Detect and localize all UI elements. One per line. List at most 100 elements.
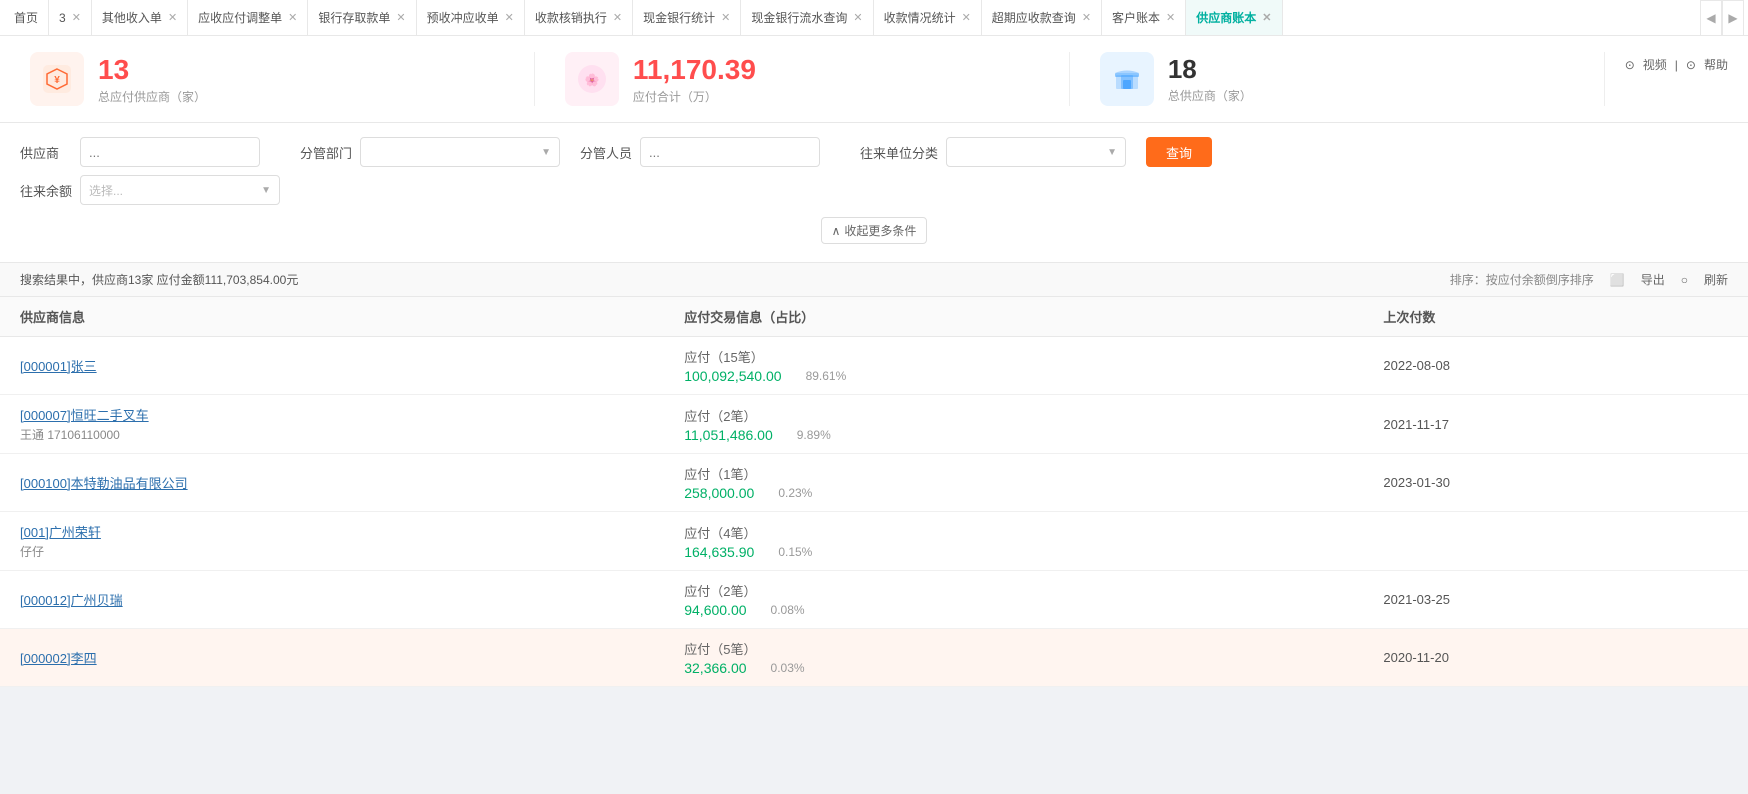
- payable-label-4: 应付（2笔）: [684, 584, 756, 599]
- nav-arrow-right[interactable]: ▶: [1722, 0, 1744, 36]
- supplier-input[interactable]: [80, 137, 260, 167]
- last-pay-date-5: 2020-11-20: [1383, 650, 1449, 665]
- tab-supplier-label: 供应商账本: [1196, 9, 1256, 26]
- supplier-link-2[interactable]: [000100]本特勒油品有限公司: [20, 476, 188, 491]
- nav-tab-overdue[interactable]: 超期应收款查询 ✕: [982, 0, 1102, 36]
- help-link[interactable]: 帮助: [1704, 56, 1728, 73]
- nav-tab-cashbank-stat[interactable]: 现金银行统计 ✕: [633, 0, 741, 36]
- nav-arrow-left[interactable]: ◀: [1700, 0, 1722, 36]
- payable-label-5: 应付（5笔）: [684, 642, 756, 657]
- table-row: [000007]恒旺二手叉车 王通 17106110000 应付（2笔） 11,…: [0, 395, 1748, 454]
- category-chevron-icon: ▼: [1107, 147, 1117, 158]
- supplier-link-3[interactable]: [001]广州荣轩: [20, 525, 101, 540]
- payable-amount-2[interactable]: 258,000.00: [684, 485, 754, 501]
- tab-cashbank-query-close[interactable]: ✕: [853, 11, 862, 24]
- sort-label[interactable]: 排序：按应付余额倒序排序: [1450, 271, 1594, 288]
- nav-tab-customer[interactable]: 客户账本 ✕: [1102, 0, 1186, 36]
- tab-adjustment-close[interactable]: ✕: [288, 11, 297, 24]
- dept-filter-label: 分管部门: [300, 143, 352, 162]
- col-payable-info: 应付交易信息（占比）: [664, 297, 1363, 337]
- tab-collection-label: 收款核销执行: [535, 9, 607, 26]
- tab-customer-close[interactable]: ✕: [1166, 11, 1175, 24]
- supplier-cell-0: [000001]张三: [0, 337, 664, 395]
- tab-collection-close[interactable]: ✕: [613, 11, 622, 24]
- last-pay-cell-2: 2023-01-30: [1363, 454, 1748, 512]
- tab2-close[interactable]: ✕: [72, 11, 81, 24]
- summary-item-all-suppliers: 18 总供应商（家）: [1070, 52, 1605, 106]
- balance-filter-label: 往来余额: [20, 181, 72, 200]
- tab-other-income-close[interactable]: ✕: [168, 11, 177, 24]
- nav-tab-prepayment[interactable]: 预收冲应收单 ✕: [417, 0, 525, 36]
- nav-tab-collection-stat[interactable]: 收款情况统计 ✕: [874, 0, 982, 36]
- supplier-link-5[interactable]: [000002]李四: [20, 651, 97, 666]
- video-link[interactable]: 视频: [1643, 56, 1667, 73]
- summary-label-total: 应付合计（万）: [633, 88, 756, 105]
- payable-amount-0[interactable]: 100,092,540.00: [684, 368, 781, 384]
- tab-overdue-close[interactable]: ✕: [1082, 11, 1091, 24]
- supplier-link-0[interactable]: [000001]张三: [20, 359, 97, 374]
- nav-tab-collection[interactable]: 收款核销执行 ✕: [525, 0, 633, 36]
- table-row: [000100]本特勒油品有限公司 应付（1笔） 258,000.00 0.23…: [0, 454, 1748, 512]
- last-pay-cell-1: 2021-11-17: [1363, 395, 1748, 454]
- payable-cell-3: 应付（4笔） 164,635.90 0.15%: [664, 512, 1363, 571]
- filter-item-category: 往来单位分类 ▼: [860, 137, 1126, 167]
- top-right-links: ⊙ 视频 | ⊙ 帮助: [1625, 52, 1728, 73]
- refresh-button[interactable]: 刷新: [1704, 271, 1728, 288]
- supplier-link-4[interactable]: [000012]广州贝瑞: [20, 593, 123, 608]
- last-pay-cell-4: 2021-03-25: [1363, 571, 1748, 629]
- payable-amount-3[interactable]: 164,635.90: [684, 544, 754, 560]
- supplier-link-1[interactable]: [000007]恒旺二手叉车: [20, 408, 149, 423]
- nav-tab-bank[interactable]: 银行存取款单 ✕: [308, 0, 416, 36]
- supplier-cell-5: [000002]李四: [0, 629, 664, 687]
- balance-select-text: 选择...: [89, 182, 123, 199]
- result-info: 搜索结果中，供应商13家 应付金额111,703,854.00元: [20, 271, 298, 288]
- summary-bar: ¥ 13 总应付供应商（家） 🌸 11,170.39 应付合计（万: [0, 36, 1748, 123]
- category-select[interactable]: ▼: [946, 137, 1126, 167]
- dept-select[interactable]: ▼: [360, 137, 560, 167]
- nav-tab-adjustment[interactable]: 应收应付调整单 ✕: [188, 0, 308, 36]
- col-last-pay: 上次付数: [1363, 297, 1748, 337]
- result-actions: 排序：按应付余额倒序排序 ⬜ 导出 ○ 刷新: [1450, 271, 1728, 288]
- filter-item-person: 分管人员: [580, 137, 840, 167]
- search-button[interactable]: 查询: [1146, 137, 1212, 167]
- nav-tab-other-income[interactable]: 其他收入单 ✕: [92, 0, 188, 36]
- payable-amount-4[interactable]: 94,600.00: [684, 602, 746, 618]
- summary-number-all: 18: [1168, 54, 1252, 85]
- last-pay-date-4: 2021-03-25: [1383, 592, 1450, 607]
- supplier-filter-label: 供应商: [20, 143, 72, 162]
- svg-text:🌸: 🌸: [584, 73, 599, 87]
- nav-arrows: ◀ ▶: [1700, 0, 1744, 36]
- person-input[interactable]: [640, 137, 820, 167]
- tab-cashbank-stat-close[interactable]: ✕: [721, 11, 730, 24]
- balance-select[interactable]: 选择... ▼: [80, 175, 280, 205]
- summary-text-total: 11,170.39 应付合计（万）: [633, 53, 756, 106]
- tab-overdue-label: 超期应收款查询: [992, 9, 1076, 26]
- collapse-chevron-icon: ∧: [832, 224, 841, 238]
- summary-item-payable-suppliers: ¥ 13 总应付供应商（家）: [20, 52, 535, 106]
- supplier-cell-4: [000012]广州贝瑞: [0, 571, 664, 629]
- nav-tab-supplier[interactable]: 供应商账本 ✕: [1186, 0, 1282, 36]
- payable-amount-5[interactable]: 32,366.00: [684, 660, 746, 676]
- category-filter-label: 往来单位分类: [860, 143, 938, 162]
- summary-number-total: 11,170.39: [633, 53, 756, 87]
- tab-collection-stat-close[interactable]: ✕: [962, 11, 971, 24]
- tab-collection-stat-label: 收款情况统计: [884, 9, 956, 26]
- nav-tab-2[interactable]: 3 ✕: [49, 0, 92, 36]
- tab-supplier-close[interactable]: ✕: [1262, 11, 1271, 24]
- nav-tab-home[interactable]: 首页: [4, 0, 49, 36]
- result-bar: 搜索结果中，供应商13家 应付金额111,703,854.00元 排序：按应付余…: [0, 263, 1748, 297]
- summary-icon-store: [1100, 52, 1154, 106]
- tab-bank-close[interactable]: ✕: [396, 11, 405, 24]
- summary-icon-total: 🌸: [565, 52, 619, 106]
- table-row: [000012]广州贝瑞 应付（2笔） 94,600.00 0.08% 2021…: [0, 571, 1748, 629]
- filter-row-1: 供应商 分管部门 ▼ 分管人员 往来单位分类: [20, 137, 1728, 167]
- payable-label-0: 应付（15笔）: [684, 350, 763, 365]
- payable-amount-1[interactable]: 11,051,486.00: [684, 427, 773, 443]
- collapse-button[interactable]: ∧ 收起更多条件: [821, 217, 928, 244]
- supplier-sub-3: 仔仔: [20, 543, 644, 560]
- payable-cell-4: 应付（2笔） 94,600.00 0.08%: [664, 571, 1363, 629]
- tab-prepayment-close[interactable]: ✕: [505, 11, 514, 24]
- export-button[interactable]: 导出: [1641, 271, 1665, 288]
- svg-text:¥: ¥: [54, 75, 60, 86]
- nav-tab-cashbank-query[interactable]: 现金银行流水查询 ✕: [741, 0, 873, 36]
